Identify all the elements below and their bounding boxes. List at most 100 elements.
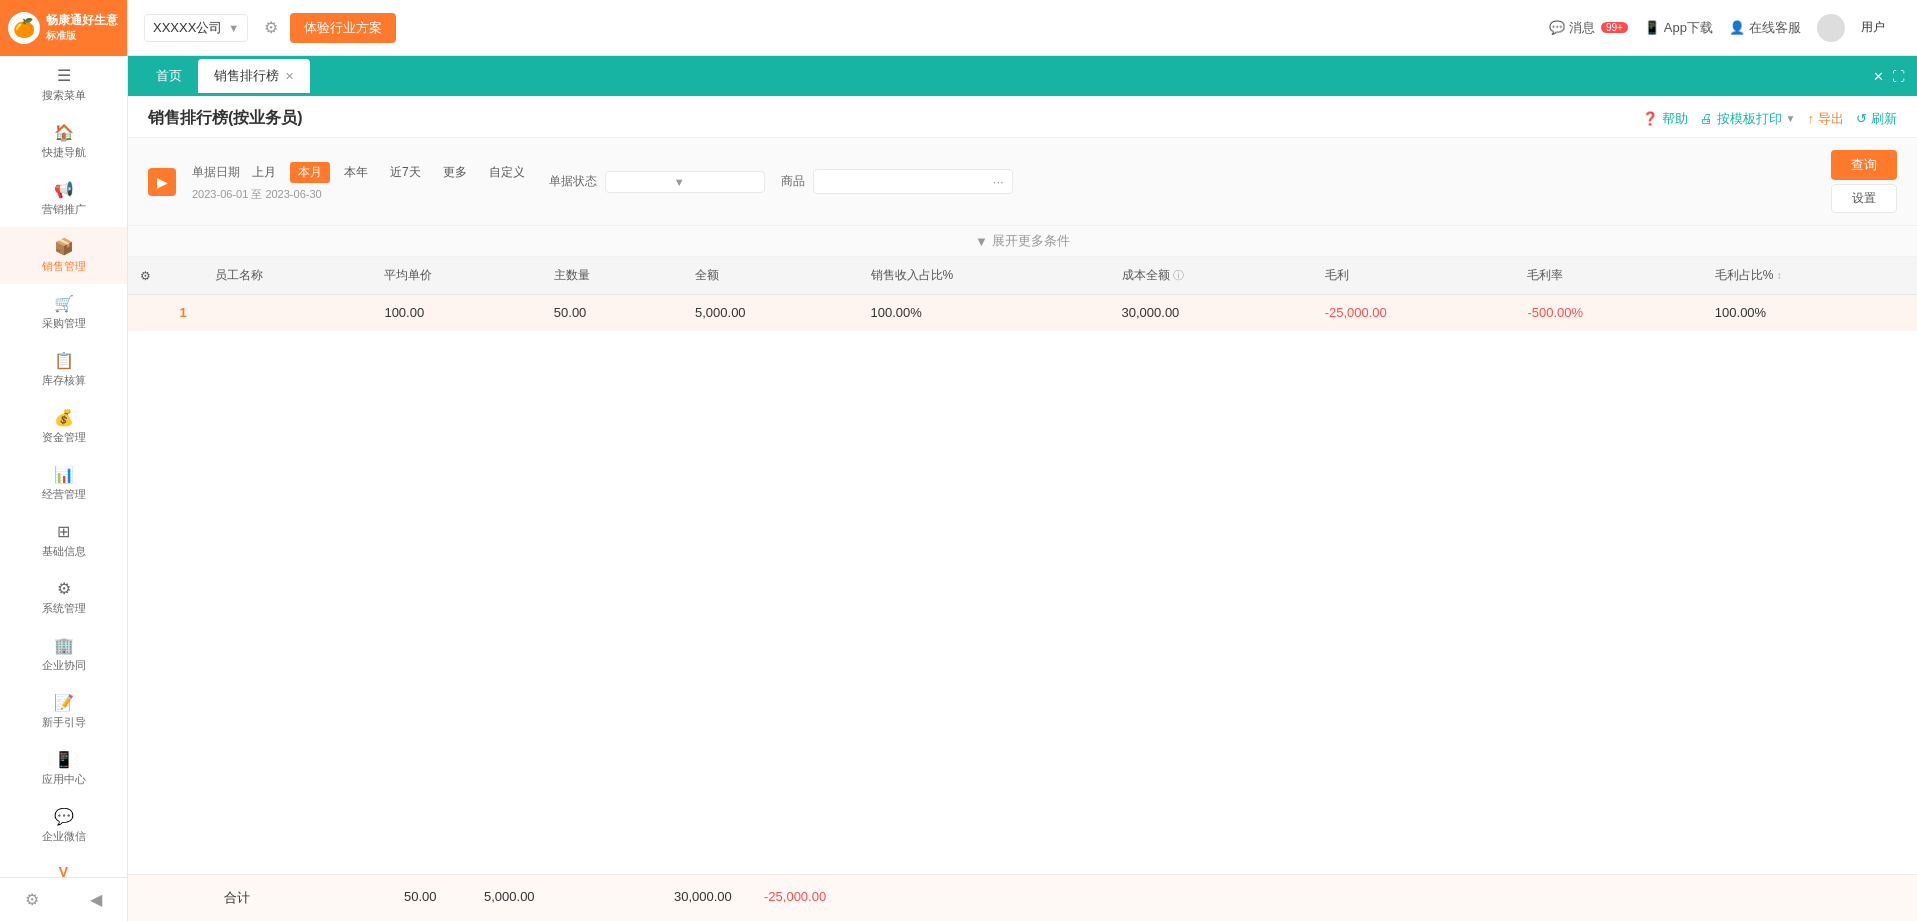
settings-bottom-icon[interactable]: ⚙ [17, 886, 47, 913]
tab-close-icon[interactable]: ✕ [285, 70, 294, 83]
tab-home-label: 首页 [156, 67, 182, 85]
refresh-btn[interactable]: ↺ 刷新 [1856, 110, 1897, 128]
sidebar-label-operation: 经营管理 [42, 487, 86, 502]
refresh-icon: ↺ [1856, 111, 1867, 126]
goods-input[interactable]: ··· [813, 169, 1013, 194]
goods-more-icon[interactable]: ··· [993, 174, 1004, 189]
app-download-label: App下载 [1664, 19, 1713, 37]
expand-conditions-bar[interactable]: ▼ 展开更多条件 [128, 226, 1917, 257]
th-rank [163, 257, 203, 295]
goods-filter-group: 商品 ··· [781, 169, 1013, 194]
row-cost: 30,000.00 [1110, 295, 1313, 331]
footer-cost: 30,000.00 [662, 885, 752, 911]
gross-pct-sort-icon[interactable]: ↕ [1777, 270, 1782, 281]
setting-button[interactable]: 设置 [1831, 184, 1897, 213]
date-filter-row: 单据日期 上月 本月 本年 近7天 更多 自定义 [192, 162, 533, 183]
logo-sub: 标准版 [46, 29, 118, 43]
export-btn[interactable]: ↑ 导出 [1808, 110, 1845, 128]
th-gear[interactable]: ⚙ [128, 257, 163, 295]
tab-close-window-icon[interactable]: ✕ [1873, 69, 1884, 84]
date-btn-more[interactable]: 更多 [435, 162, 475, 183]
sidebar-item-operation[interactable]: 📊 经营管理 [0, 455, 127, 512]
tab-home[interactable]: 首页 [140, 59, 198, 93]
refresh-label: 刷新 [1871, 110, 1897, 128]
inventory-icon: 📋 [54, 351, 74, 370]
sidebar-label-finance: 资金管理 [42, 430, 86, 445]
sidebar-item-basic[interactable]: ⊞ 基础信息 [0, 512, 127, 569]
status-select[interactable]: ▼ [605, 171, 765, 193]
table-footer: 合计 50.00 5,000.00 30,000.00 -25,000.00 [128, 874, 1917, 921]
sidebar-item-purchase[interactable]: 🛒 采购管理 [0, 284, 127, 341]
sidebar-item-app-center[interactable]: 📱 应用中心 [0, 740, 127, 797]
sidebar-label-system: 系统管理 [42, 601, 86, 616]
sidebar-item-quick-nav[interactable]: 🏠 快捷导航 [0, 113, 127, 170]
app-download-action[interactable]: 📱 App下载 [1644, 19, 1713, 37]
date-filter-label: 单据日期 [192, 164, 240, 181]
footer-qty: 50.00 [392, 885, 472, 911]
filter-row: ▶ 单据日期 上月 本月 本年 近7天 更多 自定义 [148, 150, 1897, 213]
th-amount: 全额 [683, 257, 859, 295]
sidebar-item-inventory[interactable]: 📋 库存核算 [0, 341, 127, 398]
help-icon: ❓ [1642, 111, 1658, 126]
topbar-settings-icon[interactable]: ⚙ [264, 18, 278, 37]
print-btn[interactable]: 🖨 按模板打印 ▼ [1700, 110, 1796, 128]
logo-icon: 🍊 [8, 12, 40, 44]
industry-btn[interactable]: 体验行业方案 [290, 13, 396, 43]
sidebar-label-enterprise: 企业协同 [42, 658, 86, 673]
footer-label: 合计 [212, 885, 312, 911]
footer-amount: 5,000.00 [472, 885, 562, 911]
sidebar-item-finance[interactable]: 💰 资金管理 [0, 398, 127, 455]
app-center-icon: 📱 [54, 750, 74, 769]
row-gear [128, 295, 163, 331]
filter-expand-arrow[interactable]: ▶ [148, 168, 176, 196]
sidebar-item-marketing[interactable]: 📢 营销推广 [0, 170, 127, 227]
date-btn-last-month[interactable]: 上月 [244, 162, 284, 183]
chevron-down-icon: ▼ [975, 234, 988, 249]
footer-gear-spacer [140, 885, 172, 911]
collapse-sidebar-icon[interactable]: ◀ [82, 886, 110, 913]
cost-info-icon[interactable]: ⓘ [1173, 269, 1184, 281]
th-qty: 主数量 [542, 257, 683, 295]
sidebar-item-sales[interactable]: 📦 销售管理 [0, 227, 127, 284]
online-service-action[interactable]: 👤 在线客服 [1729, 19, 1801, 37]
row-avg-price: 100.00 [372, 295, 541, 331]
date-btn-7days[interactable]: 近7天 [382, 162, 429, 183]
row-gross-pct: 100.00% [1703, 295, 1917, 331]
message-action[interactable]: 💬 消息 99+ [1549, 19, 1628, 37]
tab-sales-rank[interactable]: 销售排行榜 ✕ [198, 59, 310, 93]
sidebar-item-member[interactable]: V 畅会员 [0, 854, 127, 877]
sidebar-item-system[interactable]: ⚙ 系统管理 [0, 569, 127, 626]
search-menu-icon: ☰ [57, 66, 71, 85]
sidebar-label-wechat: 企业微信 [42, 829, 86, 844]
sidebar-item-enterprise[interactable]: 🏢 企业协同 [0, 626, 127, 683]
help-btn[interactable]: ❓ 帮助 [1642, 110, 1688, 128]
date-btn-this-month[interactable]: 本月 [290, 162, 330, 183]
query-button[interactable]: 查询 [1831, 150, 1897, 180]
th-sales-pct: 销售收入占比% [859, 257, 1110, 295]
date-btn-custom[interactable]: 自定义 [481, 162, 533, 183]
page-header: 销售排行榜(按业务员) ❓ 帮助 🖨 按模板打印 ▼ ↑ 导出 ↺ 刷新 [128, 96, 1917, 138]
date-btn-this-year[interactable]: 本年 [336, 162, 376, 183]
tab-expand-icon[interactable]: ⛶ [1892, 69, 1905, 84]
footer-rank-spacer [172, 885, 212, 911]
th-name: 员工名称 [203, 257, 372, 295]
sidebar-menu: ☰ 搜索菜单 🏠 快捷导航 📢 营销推广 📦 销售管理 🛒 采购管理 📋 库存核… [0, 56, 127, 877]
sidebar-item-guide[interactable]: 📝 新手引导 [0, 683, 127, 740]
status-chevron-icon: ▼ [674, 176, 685, 188]
sidebar-item-wechat[interactable]: 💬 企业微信 [0, 797, 127, 854]
row-amount: 5,000.00 [683, 295, 859, 331]
company-selector[interactable]: XXXXX公司 ▼ [144, 14, 248, 42]
tabbar: 首页 销售排行榜 ✕ ✕ ⛶ [128, 56, 1917, 96]
print-chevron-icon: ▼ [1786, 113, 1796, 124]
sidebar-label-basic: 基础信息 [42, 544, 86, 559]
sidebar-label-guide: 新手引导 [42, 715, 86, 730]
sidebar-label-inventory: 库存核算 [42, 373, 86, 388]
tabbar-actions: ✕ ⛶ [1873, 69, 1905, 84]
main-area: XXXXX公司 ▼ ⚙ 体验行业方案 💬 消息 99+ 📱 App下载 👤 在线… [128, 0, 1917, 921]
online-service-icon: 👤 [1729, 20, 1745, 35]
user-avatar[interactable] [1817, 14, 1845, 42]
table-body: 1 100.00 50.00 5,000.00 100.00% 30,000.0… [128, 295, 1917, 331]
sidebar-item-search[interactable]: ☰ 搜索菜单 [0, 56, 127, 113]
th-cost: 成本全额 ⓘ [1110, 257, 1313, 295]
row-rank: 1 [163, 295, 203, 331]
